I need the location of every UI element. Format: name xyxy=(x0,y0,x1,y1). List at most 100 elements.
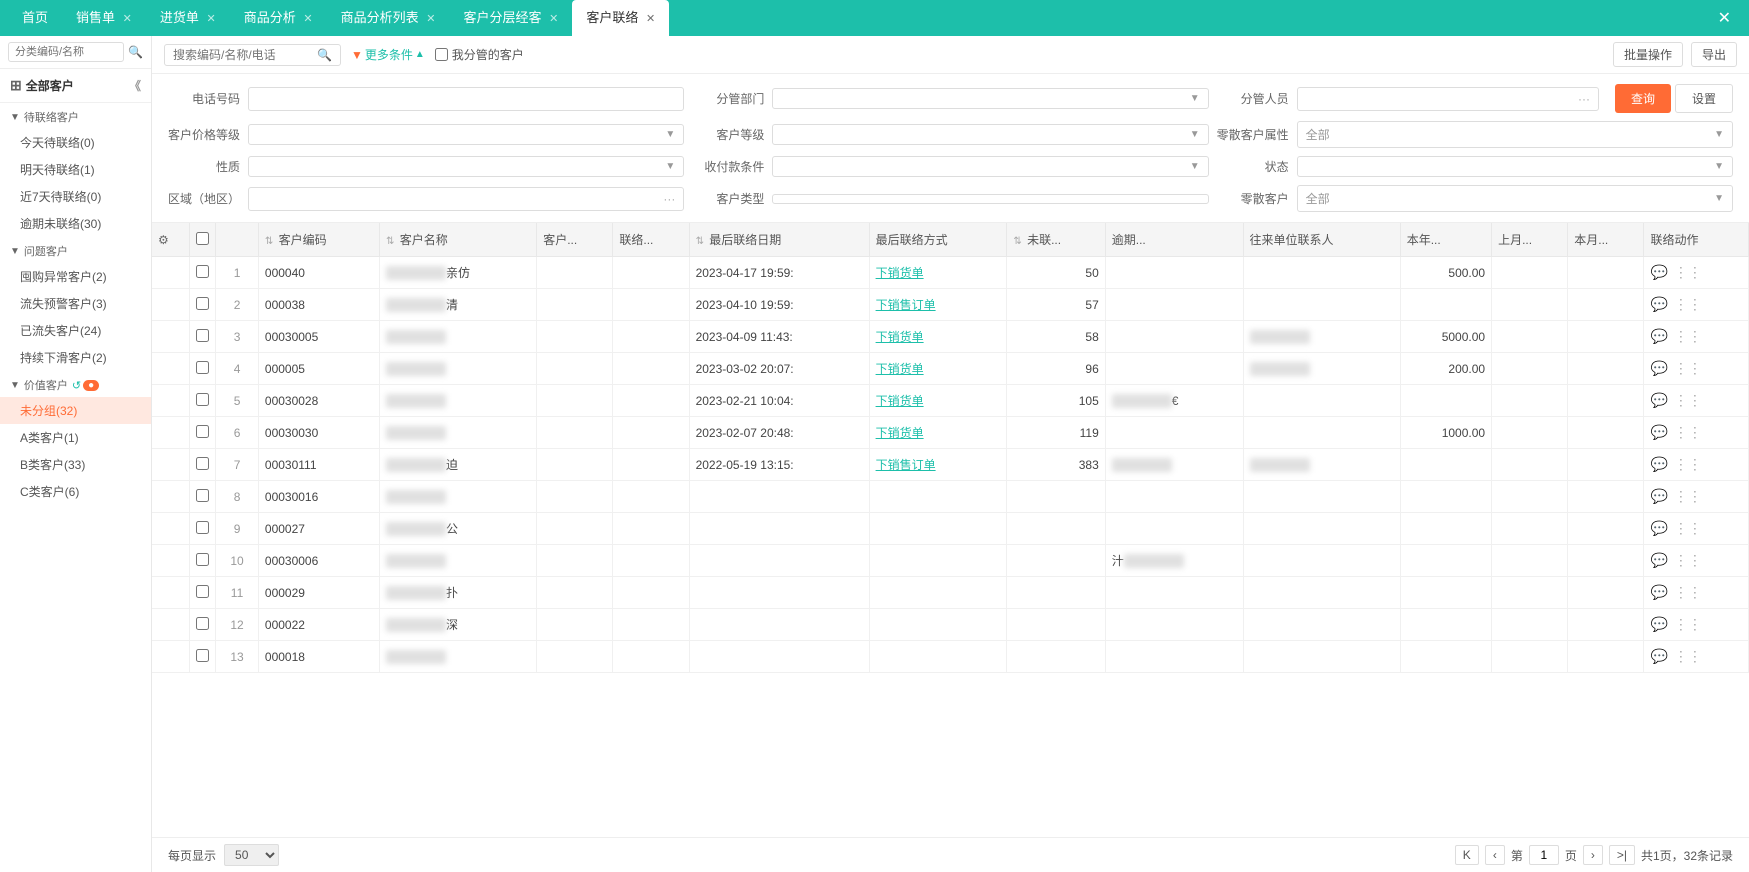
select-all-checkbox[interactable] xyxy=(196,232,209,245)
contact-method-link[interactable]: 下销售订单 xyxy=(876,458,936,472)
more-action-icon[interactable]: ⋮⋮ xyxy=(1674,392,1702,409)
more-action-icon[interactable]: ⋮⋮ xyxy=(1674,520,1702,537)
row-checkbox[interactable] xyxy=(196,585,209,598)
page-size-select[interactable]: 50 100 200 xyxy=(224,844,279,866)
row-checkbox[interactable] xyxy=(196,457,209,470)
type-select[interactable] xyxy=(772,194,1208,204)
contact-method-link[interactable]: 下销售订单 xyxy=(876,298,936,312)
name-column-header[interactable]: ⇅ 客户名称 xyxy=(380,223,537,257)
chat-icon[interactable]: 💬 xyxy=(1650,552,1667,569)
row-checkbox[interactable] xyxy=(196,489,209,502)
more-action-icon[interactable]: ⋮⋮ xyxy=(1674,264,1702,281)
person-more-icon[interactable]: ··· xyxy=(1578,92,1590,106)
chat-icon[interactable]: 💬 xyxy=(1650,584,1667,601)
region-select[interactable]: ··· xyxy=(248,187,684,211)
last-contact-method-column-header[interactable]: 最后联络方式 xyxy=(869,223,1007,257)
sidebar-item-c-class[interactable]: C类客户(6) xyxy=(0,478,151,505)
more-action-icon[interactable]: ⋮⋮ xyxy=(1674,552,1702,569)
chat-icon[interactable]: 💬 xyxy=(1650,520,1667,537)
sidebar-item-declining[interactable]: 持续下滑客户(2) xyxy=(0,344,151,371)
more-action-icon[interactable]: ⋮⋮ xyxy=(1674,648,1702,665)
retail-attr-select[interactable]: 全部 ▼ xyxy=(1297,121,1733,148)
top-close-button[interactable]: ✕ xyxy=(1708,8,1741,28)
sidebar-all-customers[interactable]: ⊞ 全部客户 《 xyxy=(0,69,151,103)
problem-group-title[interactable]: ▼ 问题客户 xyxy=(0,237,151,263)
chat-icon[interactable]: 💬 xyxy=(1650,264,1667,281)
more-action-icon[interactable]: ⋮⋮ xyxy=(1674,424,1702,441)
level-select[interactable]: ▼ xyxy=(772,124,1208,145)
sidebar-item-a-class[interactable]: A类客户(1) xyxy=(0,424,151,451)
phone-input[interactable] xyxy=(248,87,684,111)
close-customer-contact-icon[interactable]: ✕ xyxy=(646,13,655,25)
close-sales-icon[interactable]: ✕ xyxy=(123,13,132,25)
chat-icon[interactable]: 💬 xyxy=(1650,648,1667,665)
sidebar-item-today-pending[interactable]: 今天待联络(0) xyxy=(0,129,151,156)
chat-icon[interactable]: 💬 xyxy=(1650,456,1667,473)
collapse-icon[interactable]: 《 xyxy=(129,77,141,94)
chat-icon[interactable]: 💬 xyxy=(1650,360,1667,377)
row-checkbox[interactable] xyxy=(196,617,209,630)
batch-operation-button[interactable]: 批量操作 xyxy=(1613,42,1683,67)
reset-button[interactable]: 设置 xyxy=(1675,84,1733,113)
status-select[interactable]: ▼ xyxy=(1297,156,1733,177)
more-action-icon[interactable]: ⋮⋮ xyxy=(1674,456,1702,473)
row-checkbox[interactable] xyxy=(196,649,209,662)
refresh-icon[interactable]: ↺ xyxy=(72,379,81,392)
row-checkbox[interactable] xyxy=(196,265,209,278)
pending-group-title[interactable]: ▼ 待联络客户 xyxy=(0,103,151,129)
retail-customer-select[interactable]: 全部 ▼ xyxy=(1297,185,1733,212)
contact-method-link[interactable]: 下销货单 xyxy=(876,266,924,280)
prev-page-button[interactable]: ‹ xyxy=(1485,845,1505,865)
sidebar-item-ungrouped[interactable]: 未分组(32) xyxy=(0,397,151,424)
this-year-column-header[interactable]: 本年... xyxy=(1400,223,1491,257)
this-month-column-header[interactable]: 本月... xyxy=(1568,223,1644,257)
settings-column-header[interactable]: ⚙ xyxy=(152,223,190,257)
contacts-column-header[interactable]: 往来单位联系人 xyxy=(1243,223,1400,257)
close-product-analysis-icon[interactable]: ✕ xyxy=(303,13,312,25)
contact-method-link[interactable]: 下销货单 xyxy=(876,426,924,440)
next-page-button[interactable]: › xyxy=(1583,845,1603,865)
dept-select[interactable]: ▼ xyxy=(772,88,1208,109)
gender-select[interactable]: ▼ xyxy=(248,156,684,177)
payment-select[interactable]: ▼ xyxy=(772,156,1208,177)
nav-customer-contact[interactable]: 客户联络 ✕ xyxy=(572,0,669,36)
sidebar-item-tomorrow-pending[interactable]: 明天待联络(1) xyxy=(0,156,151,183)
more-action-icon[interactable]: ⋮⋮ xyxy=(1674,296,1702,313)
more-action-icon[interactable]: ⋮⋮ xyxy=(1674,328,1702,345)
chat-icon[interactable]: 💬 xyxy=(1650,616,1667,633)
sidebar-item-b-class[interactable]: B类客户(33) xyxy=(0,451,151,478)
price-level-select[interactable]: ▼ xyxy=(248,124,684,145)
nav-customer-segment[interactable]: 客户分层经客 ✕ xyxy=(449,0,572,36)
category-column-header[interactable]: 客户... xyxy=(537,223,613,257)
filter-search-input[interactable] xyxy=(173,48,313,62)
chat-icon[interactable]: 💬 xyxy=(1650,296,1667,313)
more-action-icon[interactable]: ⋮⋮ xyxy=(1674,360,1702,377)
close-product-analysis-list-icon[interactable]: ✕ xyxy=(426,13,435,25)
row-checkbox[interactable] xyxy=(196,361,209,374)
region-more-icon[interactable]: ··· xyxy=(663,192,675,206)
chat-icon[interactable]: 💬 xyxy=(1650,488,1667,505)
chat-icon[interactable]: 💬 xyxy=(1650,392,1667,409)
page-number-input[interactable] xyxy=(1529,845,1559,865)
more-action-icon[interactable]: ⋮⋮ xyxy=(1674,616,1702,633)
row-checkbox[interactable] xyxy=(196,553,209,566)
nav-product-analysis-list[interactable]: 商品分析列表 ✕ xyxy=(327,0,450,36)
close-customer-segment-icon[interactable]: ✕ xyxy=(549,13,558,25)
contact-method-link[interactable]: 下销货单 xyxy=(876,330,924,344)
no-contact-column-header[interactable]: ⇅ 未联... xyxy=(1007,223,1105,257)
my-customers-check[interactable] xyxy=(435,48,448,61)
contact-method-link[interactable]: 下销货单 xyxy=(876,362,924,376)
nav-home[interactable]: 首页 xyxy=(8,0,62,36)
sidebar-item-7day-pending[interactable]: 近7天待联络(0) xyxy=(0,183,151,210)
contact-method-link[interactable]: 下销货单 xyxy=(876,394,924,408)
chat-icon[interactable]: 💬 xyxy=(1650,424,1667,441)
last-month-column-header[interactable]: 上月... xyxy=(1492,223,1568,257)
query-button[interactable]: 查询 xyxy=(1615,84,1671,113)
sidebar-item-churn-warning[interactable]: 流失预警客户(3) xyxy=(0,290,151,317)
chat-icon[interactable]: 💬 xyxy=(1650,328,1667,345)
row-checkbox[interactable] xyxy=(196,521,209,534)
overdue-column-header[interactable]: 逾期... xyxy=(1105,223,1243,257)
sidebar-search-input[interactable] xyxy=(8,42,124,62)
nav-purchase[interactable]: 进货单 ✕ xyxy=(146,0,230,36)
sidebar-item-overdue-pending[interactable]: 逾期未联络(30) xyxy=(0,210,151,237)
